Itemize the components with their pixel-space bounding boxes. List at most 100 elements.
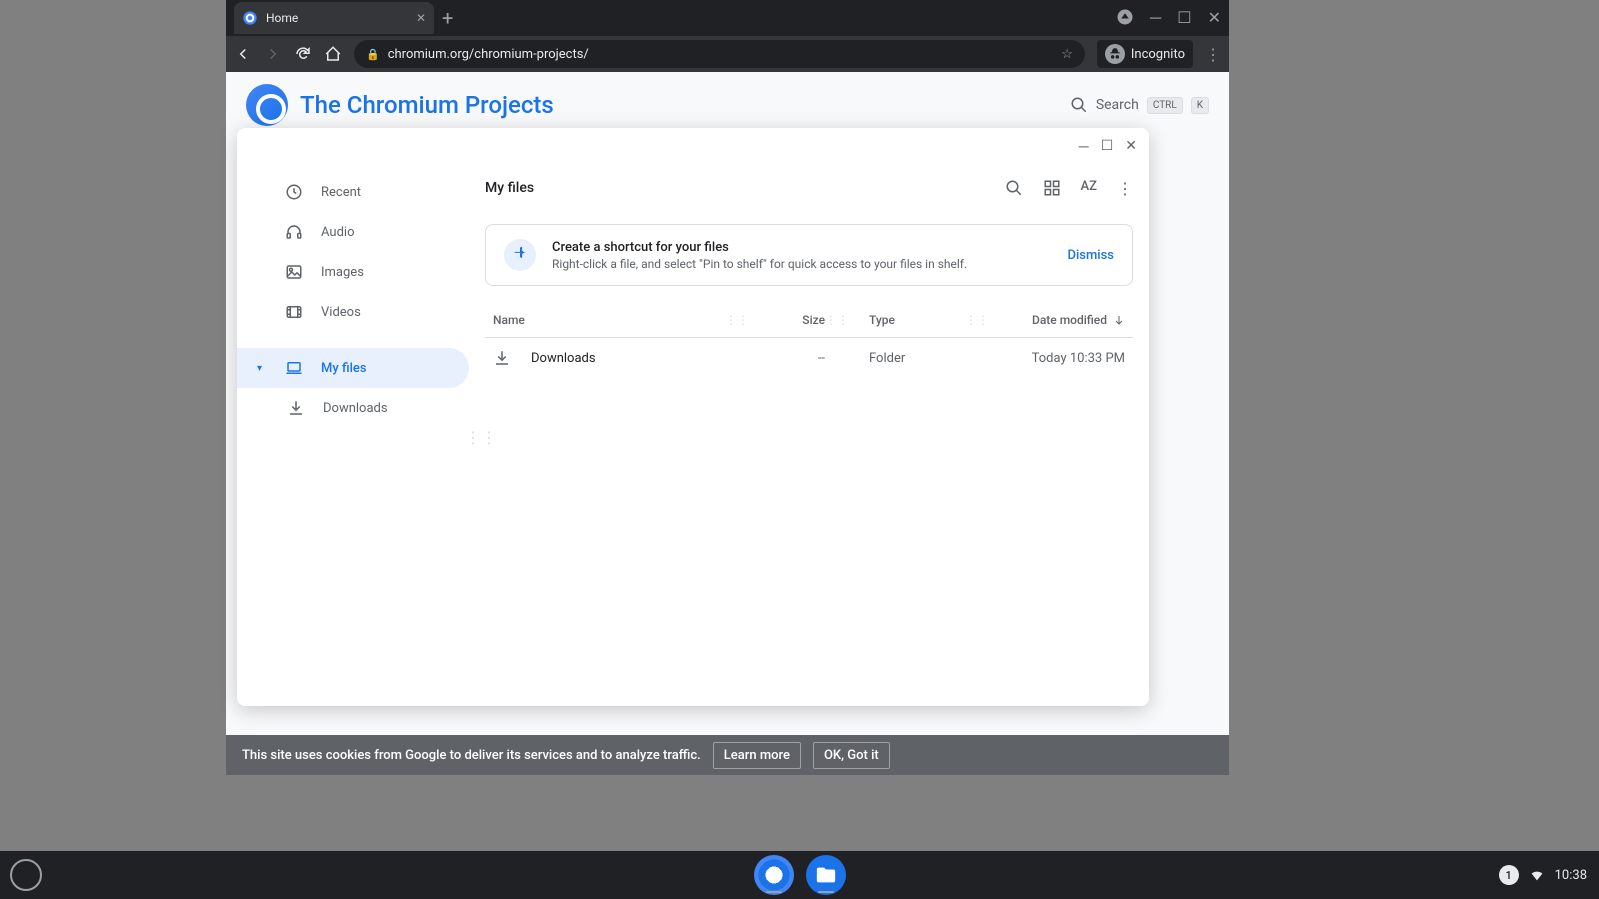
back-button[interactable] [234, 45, 252, 63]
row-size: -- [745, 351, 825, 366]
col-date-header[interactable]: Date modified [985, 313, 1125, 327]
row-type: Folder [845, 351, 965, 366]
search-icon [1070, 96, 1088, 114]
files-app-icon[interactable] [806, 855, 846, 895]
browser-menu-button[interactable]: ⋮ [1205, 45, 1221, 64]
files-sidebar: Recent Audio Images Videos ▾ My fi [237, 164, 477, 706]
app-running-indicator [766, 891, 782, 893]
user-icon[interactable] [1116, 8, 1134, 28]
col-size-header[interactable]: Size [745, 313, 825, 327]
incognito-icon [1105, 44, 1125, 64]
status-tray[interactable]: 1 10:38 [1499, 865, 1587, 885]
video-icon [285, 303, 303, 321]
shelf: 1 10:38 [0, 851, 1599, 899]
sidebar-item-audio[interactable]: Audio [237, 212, 469, 252]
browser-toolbar: 🔒 chromium.org/chromium-projects/ ☆ Inco… [226, 36, 1229, 72]
tip-description: Right-click a file, and select "Pin to s… [552, 257, 1051, 271]
kbd-k: K [1191, 97, 1209, 114]
ok-button[interactable]: OK, Got it [813, 742, 890, 769]
table-header-row: Name ⋮⋮ Size ⋮⋮ Type ⋮⋮ Date modified [485, 302, 1133, 338]
files-close-icon[interactable]: ✕ [1125, 138, 1137, 154]
clock-icon [285, 183, 303, 201]
browser-window-controls: ─ ☐ ✕ [1116, 8, 1221, 28]
launcher-button[interactable] [10, 859, 42, 891]
chevron-down-icon[interactable]: ▾ [257, 363, 267, 374]
cookie-banner: This site uses cookies from Google to de… [226, 735, 1229, 775]
files-main: My files AZ ⋮ Create a shortcut for your… [477, 164, 1149, 706]
learn-more-button[interactable]: Learn more [713, 742, 801, 769]
sidebar-item-images[interactable]: Images [237, 252, 469, 292]
reload-button[interactable] [294, 45, 312, 63]
notification-count[interactable]: 1 [1499, 865, 1519, 885]
view-grid-button[interactable] [1043, 179, 1061, 198]
files-maximize-icon[interactable]: ☐ [1101, 138, 1114, 154]
bookmark-star-icon[interactable]: ☆ [1061, 47, 1073, 62]
pin-icon [504, 239, 536, 271]
image-icon [285, 263, 303, 281]
tab-title: Home [266, 11, 298, 25]
tip-title: Create a shortcut for your files [552, 240, 1051, 255]
forward-button[interactable] [264, 45, 282, 63]
chromium-favicon-icon [242, 10, 258, 26]
files-body: Recent Audio Images Videos ▾ My fi [237, 164, 1149, 706]
maximize-icon[interactable]: ☐ [1177, 8, 1191, 28]
row-date: Today 10:33 PM [985, 351, 1125, 366]
tab-close-icon[interactable]: ✕ [416, 11, 426, 25]
sidebar-label: Videos [321, 305, 361, 320]
clock: 10:38 [1555, 868, 1587, 883]
incognito-label: Incognito [1131, 47, 1185, 62]
files-titlebar: ─ ☐ ✕ [237, 128, 1149, 164]
sidebar-item-downloads[interactable]: Downloads [237, 388, 469, 428]
new-tab-button[interactable]: + [442, 6, 453, 30]
table-row[interactable]: Downloads -- Folder Today 10:33 PM [485, 338, 1133, 378]
files-window: ─ ☐ ✕ Recent Audio Images Vi [237, 128, 1149, 706]
files-search-button[interactable] [1005, 179, 1023, 198]
incognito-badge[interactable]: Incognito [1097, 40, 1193, 68]
url-text: chromium.org/chromium-projects/ [388, 47, 589, 62]
sidebar-label: Audio [321, 225, 354, 240]
files-minimize-icon[interactable]: ─ [1079, 138, 1089, 155]
sidebar-label: My files [321, 361, 367, 376]
sidebar-item-myfiles[interactable]: ▾ My files [237, 348, 469, 388]
app-running-indicator [818, 891, 834, 893]
download-icon [287, 399, 305, 417]
home-button[interactable] [324, 45, 342, 63]
chromium-logo-icon [246, 84, 288, 126]
lock-icon: 🔒 [366, 48, 380, 61]
kbd-ctrl: CTRL [1147, 97, 1183, 114]
sidebar-label: Downloads [323, 401, 388, 416]
headphones-icon [285, 223, 303, 241]
files-heading: My files [485, 180, 534, 196]
address-bar[interactable]: 🔒 chromium.org/chromium-projects/ ☆ [354, 40, 1085, 68]
search-placeholder: Search [1096, 97, 1139, 113]
files-content-toolbar: My files AZ ⋮ [485, 164, 1133, 212]
sidebar-label: Images [321, 265, 364, 280]
row-name: Downloads [531, 351, 596, 366]
minimize-icon[interactable]: ─ [1150, 8, 1161, 28]
download-icon [493, 349, 511, 367]
sort-down-icon [1113, 314, 1125, 326]
sidebar-resize-handle[interactable]: ⋮⋮ [465, 428, 497, 447]
sidebar-label: Recent [321, 185, 361, 200]
chromium-app-icon[interactable] [754, 855, 794, 895]
close-icon[interactable]: ✕ [1208, 8, 1221, 28]
shelf-apps [754, 855, 846, 895]
page-title: The Chromium Projects [300, 91, 554, 119]
dismiss-button[interactable]: Dismiss [1067, 248, 1114, 263]
files-table: Name ⋮⋮ Size ⋮⋮ Type ⋮⋮ Date modified Do… [485, 302, 1133, 378]
column-separator[interactable]: ⋮⋮ [825, 313, 845, 327]
cookie-text: This site uses cookies from Google to de… [242, 748, 701, 763]
page-search[interactable]: Search CTRL K [1070, 96, 1209, 114]
sidebar-item-recent[interactable]: Recent [237, 172, 469, 212]
col-name-header[interactable]: Name [493, 313, 725, 327]
tab-strip: Home ✕ + ─ ☐ ✕ [226, 0, 1229, 36]
laptop-icon [285, 359, 303, 377]
sort-button[interactable]: AZ [1081, 179, 1097, 198]
sidebar-item-videos[interactable]: Videos [237, 292, 469, 332]
column-separator[interactable]: ⋮⋮ [725, 313, 745, 327]
more-menu-button[interactable]: ⋮ [1117, 179, 1133, 198]
column-separator[interactable]: ⋮⋮ [965, 313, 985, 327]
wifi-icon [1529, 867, 1545, 883]
browser-tab[interactable]: Home ✕ [234, 2, 434, 34]
col-type-header[interactable]: Type [845, 313, 965, 327]
